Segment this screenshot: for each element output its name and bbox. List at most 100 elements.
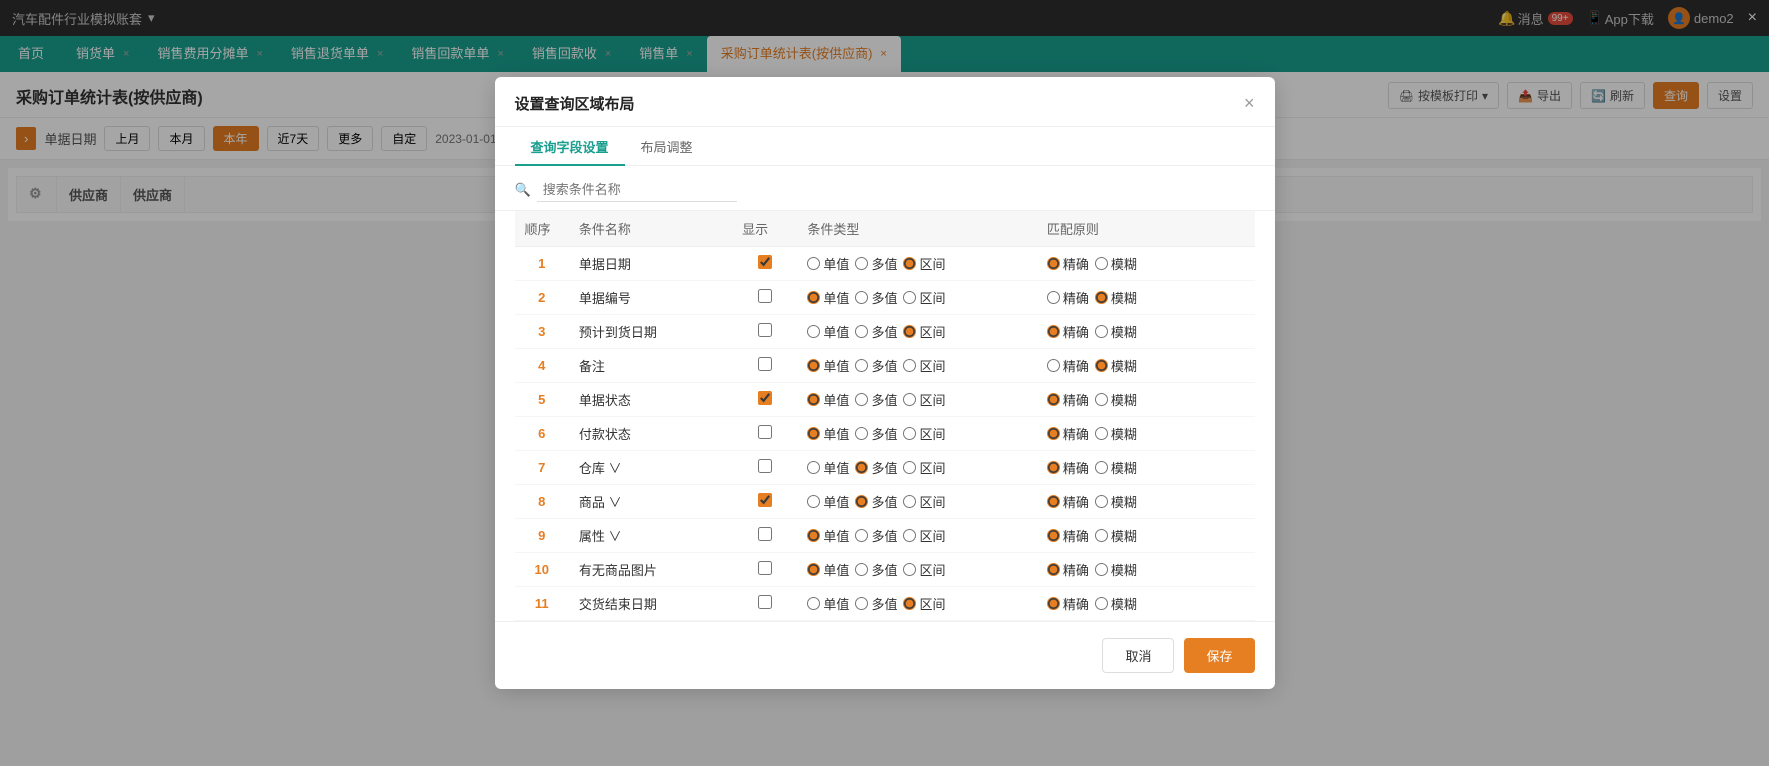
rule-radio-item[interactable]: 精确: [1047, 492, 1089, 511]
type-radio[interactable]: [807, 461, 820, 474]
rule-radio-item[interactable]: 精确: [1047, 322, 1089, 341]
type-radio[interactable]: [855, 393, 868, 406]
rule-radio-item[interactable]: 模糊: [1095, 390, 1137, 409]
type-radio-item[interactable]: 区间: [903, 424, 945, 443]
type-radio-item[interactable]: 多值: [855, 424, 897, 443]
rule-radio-item[interactable]: 精确: [1047, 424, 1089, 443]
rule-radio-item[interactable]: 精确: [1047, 594, 1089, 613]
display-checkbox[interactable]: [758, 425, 772, 439]
type-radio-item[interactable]: 区间: [903, 594, 945, 613]
rule-radio[interactable]: [1047, 359, 1060, 372]
rule-radio[interactable]: [1095, 325, 1108, 338]
type-radio[interactable]: [855, 597, 868, 610]
type-radio[interactable]: [855, 495, 868, 508]
type-radio-item[interactable]: 多值: [855, 560, 897, 579]
rule-radio[interactable]: [1047, 325, 1060, 338]
rule-radio-item[interactable]: 精确: [1047, 254, 1089, 273]
type-radio[interactable]: [903, 563, 916, 576]
rule-radio[interactable]: [1095, 427, 1108, 440]
type-radio-item[interactable]: 区间: [903, 322, 945, 341]
rule-radio-item[interactable]: 精确: [1047, 526, 1089, 545]
rule-radio[interactable]: [1047, 291, 1060, 304]
type-radio[interactable]: [903, 597, 916, 610]
rule-radio[interactable]: [1095, 495, 1108, 508]
type-radio-item[interactable]: 多值: [855, 322, 897, 341]
type-radio[interactable]: [807, 529, 820, 542]
rule-radio[interactable]: [1047, 529, 1060, 542]
rule-radio-item[interactable]: 模糊: [1095, 526, 1137, 545]
type-radio[interactable]: [855, 563, 868, 576]
rule-radio[interactable]: [1047, 257, 1060, 270]
type-radio[interactable]: [807, 563, 820, 576]
type-radio-item[interactable]: 单值: [807, 594, 849, 613]
type-radio[interactable]: [903, 291, 916, 304]
rule-radio-item[interactable]: 模糊: [1095, 560, 1137, 579]
type-radio-item[interactable]: 区间: [903, 254, 945, 273]
display-checkbox[interactable]: [758, 595, 772, 609]
rule-radio-item[interactable]: 模糊: [1095, 594, 1137, 613]
rule-radio[interactable]: [1095, 529, 1108, 542]
type-radio[interactable]: [855, 325, 868, 338]
type-radio-item[interactable]: 区间: [903, 560, 945, 579]
type-radio-item[interactable]: 多值: [855, 356, 897, 375]
modal-overlay[interactable]: 设置查询区域布局 × 查询字段设置 布局调整 🔍 顺序 条件名称: [0, 0, 1769, 766]
rule-radio[interactable]: [1095, 597, 1108, 610]
display-checkbox[interactable]: [758, 561, 772, 575]
type-radio-item[interactable]: 单值: [807, 526, 849, 545]
rule-radio-item[interactable]: 精确: [1047, 560, 1089, 579]
type-radio[interactable]: [855, 359, 868, 372]
type-radio-item[interactable]: 单值: [807, 492, 849, 511]
rule-radio-item[interactable]: 精确: [1047, 390, 1089, 409]
rule-radio[interactable]: [1095, 563, 1108, 576]
type-radio-item[interactable]: 多值: [855, 458, 897, 477]
type-radio-item[interactable]: 单值: [807, 390, 849, 409]
rule-radio-item[interactable]: 模糊: [1095, 424, 1137, 443]
type-radio[interactable]: [855, 529, 868, 542]
rule-radio[interactable]: [1095, 461, 1108, 474]
type-radio[interactable]: [903, 529, 916, 542]
rule-radio-item[interactable]: 模糊: [1095, 492, 1137, 511]
type-radio-item[interactable]: 区间: [903, 356, 945, 375]
type-radio[interactable]: [903, 495, 916, 508]
type-radio-item[interactable]: 单值: [807, 424, 849, 443]
type-radio[interactable]: [807, 291, 820, 304]
rule-radio[interactable]: [1047, 461, 1060, 474]
search-input[interactable]: [537, 178, 737, 202]
type-radio-item[interactable]: 多值: [855, 526, 897, 545]
type-radio-item[interactable]: 多值: [855, 254, 897, 273]
type-radio[interactable]: [855, 257, 868, 270]
rule-radio-item[interactable]: 精确: [1047, 288, 1089, 307]
type-radio[interactable]: [807, 393, 820, 406]
rule-radio-item[interactable]: 模糊: [1095, 458, 1137, 477]
type-radio[interactable]: [807, 597, 820, 610]
rule-radio-item[interactable]: 模糊: [1095, 254, 1137, 273]
rule-radio[interactable]: [1047, 495, 1060, 508]
type-radio[interactable]: [903, 257, 916, 270]
rule-radio[interactable]: [1095, 291, 1108, 304]
type-radio-item[interactable]: 多值: [855, 594, 897, 613]
type-radio-item[interactable]: 多值: [855, 492, 897, 511]
type-radio[interactable]: [807, 325, 820, 338]
rule-radio-item[interactable]: 精确: [1047, 458, 1089, 477]
rule-radio-item[interactable]: 模糊: [1095, 288, 1137, 307]
rule-radio[interactable]: [1095, 393, 1108, 406]
rule-radio[interactable]: [1095, 359, 1108, 372]
type-radio[interactable]: [807, 257, 820, 270]
display-checkbox[interactable]: [758, 255, 772, 269]
modal-tab-layout[interactable]: 布局调整: [625, 127, 709, 166]
cancel-button[interactable]: 取消: [1102, 638, 1174, 673]
type-radio[interactable]: [807, 359, 820, 372]
save-button[interactable]: 保存: [1184, 638, 1254, 673]
rule-radio[interactable]: [1047, 597, 1060, 610]
type-radio[interactable]: [903, 393, 916, 406]
display-checkbox[interactable]: [758, 527, 772, 541]
type-radio-item[interactable]: 单值: [807, 356, 849, 375]
display-checkbox[interactable]: [758, 323, 772, 337]
display-checkbox[interactable]: [758, 459, 772, 473]
type-radio[interactable]: [903, 427, 916, 440]
modal-close-button[interactable]: ×: [1244, 93, 1255, 114]
rule-radio[interactable]: [1047, 427, 1060, 440]
rule-radio[interactable]: [1047, 393, 1060, 406]
display-checkbox[interactable]: [758, 493, 772, 507]
type-radio[interactable]: [903, 359, 916, 372]
